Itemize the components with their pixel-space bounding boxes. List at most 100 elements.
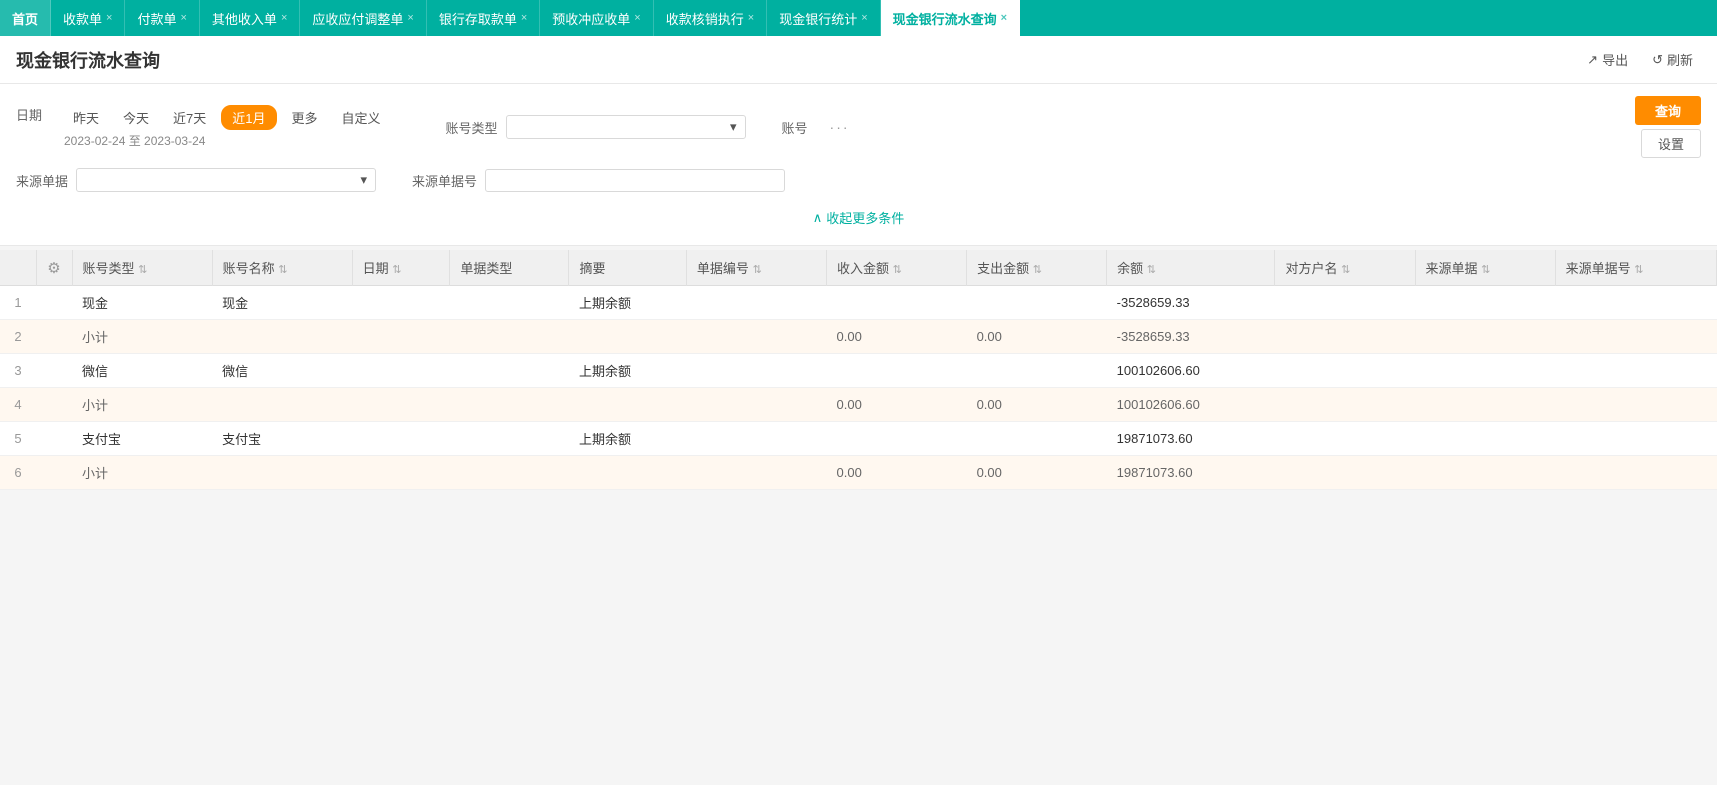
source-doc-no-label: 来源单据号 <box>412 171 477 190</box>
sort-icon: ⇅ <box>1147 264 1156 276</box>
nav-tab-receipt[interactable]: 收款单 × <box>51 0 125 36</box>
cell-account-name: 支付宝 <box>212 422 352 456</box>
col-balance[interactable]: 余额 ⇅ <box>1107 250 1275 286</box>
cell-balance: -3528659.33 <box>1107 320 1275 354</box>
settings-button[interactable]: 设置 <box>1641 129 1701 158</box>
table-row[interactable]: 5支付宝支付宝上期余额19871073.60 <box>0 422 1717 456</box>
table-row[interactable]: 2小计0.000.00-3528659.33 <box>0 320 1717 354</box>
cell-index: 5 <box>0 422 36 456</box>
nav-tab-receipt-verify[interactable]: 收款核销执行 × <box>654 0 767 36</box>
col-index <box>0 250 36 286</box>
export-button[interactable]: ↗ 导出 <box>1579 46 1636 73</box>
account-dots-btn[interactable]: ··· <box>830 119 850 135</box>
cell-date <box>352 456 450 490</box>
table-row[interactable]: 1现金现金上期余额-3528659.33 <box>0 286 1717 320</box>
cell-account-name: 微信 <box>212 354 352 388</box>
collapse-bar[interactable]: ∧ 收起更多条件 <box>16 202 1701 233</box>
col-balance-label: 余额 <box>1117 261 1143 276</box>
col-gear[interactable]: ⚙ <box>36 250 72 286</box>
cell-balance: 100102606.60 <box>1107 354 1275 388</box>
col-doc-no[interactable]: 单据编号 ⇅ <box>686 250 826 286</box>
col-income[interactable]: 收入金额 ⇅ <box>827 250 967 286</box>
cell-doc-no <box>686 456 826 490</box>
close-icon[interactable]: × <box>180 12 186 24</box>
date-btn-custom[interactable]: 自定义 <box>333 105 390 130</box>
cell-expense <box>967 422 1107 456</box>
cell-source-doc-no <box>1555 388 1716 422</box>
close-icon[interactable]: × <box>407 12 413 24</box>
nav-tab-payment[interactable]: 付款单 × <box>125 0 199 36</box>
col-source-doc-label: 来源单据 <box>1426 261 1478 276</box>
cell-doc-no <box>686 354 826 388</box>
cell-source-doc <box>1415 354 1555 388</box>
col-account-name[interactable]: 账号名称 ⇅ <box>212 250 352 286</box>
cell-doc-no <box>686 422 826 456</box>
cell-source-doc <box>1415 422 1555 456</box>
col-account-type[interactable]: 账号类型 ⇅ <box>72 250 212 286</box>
sort-icon: ⇅ <box>1481 264 1490 276</box>
cell-balance: -3528659.33 <box>1107 286 1275 320</box>
close-icon[interactable]: × <box>106 12 112 24</box>
col-income-label: 收入金额 <box>837 261 889 276</box>
cell-expense: 0.00 <box>967 320 1107 354</box>
col-expense[interactable]: 支出金额 ⇅ <box>967 250 1107 286</box>
query-button[interactable]: 查询 <box>1635 96 1701 125</box>
refresh-button[interactable]: ↺ 刷新 <box>1644 46 1701 73</box>
cell-gear <box>36 286 72 320</box>
nav-tab-bank-deposit[interactable]: 银行存取款单 × <box>427 0 540 36</box>
close-icon[interactable]: × <box>521 12 527 24</box>
cell-summary: 上期余额 <box>569 422 686 456</box>
col-date[interactable]: 日期 ⇅ <box>352 250 450 286</box>
cell-source-doc-no <box>1555 320 1716 354</box>
account-label: 账号 <box>782 118 822 137</box>
cell-expense <box>967 286 1107 320</box>
table-row[interactable]: 4小计0.000.00100102606.60 <box>0 388 1717 422</box>
cell-doc-no <box>686 388 826 422</box>
close-icon[interactable]: × <box>281 12 287 24</box>
close-icon[interactable]: × <box>861 12 867 24</box>
page-title: 现金银行流水查询 <box>16 47 160 73</box>
col-account-name-label: 账号名称 <box>223 261 275 276</box>
table-body: 1现金现金上期余额-3528659.332小计0.000.00-3528659.… <box>0 286 1717 490</box>
close-icon[interactable]: × <box>748 12 754 24</box>
table-row[interactable]: 6小计0.000.0019871073.60 <box>0 456 1717 490</box>
gear-icon[interactable]: ⚙ <box>47 260 60 277</box>
nav-tab-ar-ap-adjust[interactable]: 应收应付调整单 × <box>300 0 426 36</box>
cell-doc-type <box>450 388 569 422</box>
date-btn-7days[interactable]: 近7天 <box>164 105 215 130</box>
cell-source-doc <box>1415 320 1555 354</box>
date-btn-today[interactable]: 今天 <box>114 105 158 130</box>
cell-account-type: 微信 <box>72 354 212 388</box>
nav-tab-home[interactable]: 首页 <box>0 0 51 36</box>
cell-gear <box>36 456 72 490</box>
date-btn-more[interactable]: 更多 <box>283 105 327 130</box>
date-options: 昨天 今天 近7天 近1月 更多 自定义 <box>64 105 390 130</box>
nav-tab-cash-flow-query[interactable]: 现金银行流水查询 × <box>881 0 1020 36</box>
filter-area: 日期 昨天 今天 近7天 近1月 更多 自定义 2023-02-24 至 202… <box>0 84 1717 246</box>
cell-expense: 0.00 <box>967 456 1107 490</box>
cell-index: 1 <box>0 286 36 320</box>
table-row[interactable]: 3微信微信上期余额100102606.60 <box>0 354 1717 388</box>
close-icon[interactable]: × <box>1001 12 1007 24</box>
date-btn-yesterday[interactable]: 昨天 <box>64 105 108 130</box>
chevron-down-icon: ▾ <box>730 119 737 135</box>
account-type-select[interactable]: ▾ <box>506 115 746 139</box>
col-source-doc[interactable]: 来源单据 ⇅ <box>1415 250 1555 286</box>
source-doc-select[interactable]: ▾ <box>76 168 376 192</box>
col-expense-label: 支出金额 <box>977 261 1029 276</box>
date-btn-1month[interactable]: 近1月 <box>221 105 276 130</box>
nav-tab-prepay-offset[interactable]: 预收冲应收单 × <box>540 0 653 36</box>
cell-summary: 上期余额 <box>569 286 686 320</box>
close-icon[interactable]: × <box>634 12 640 24</box>
cell-income: 0.00 <box>827 388 967 422</box>
col-counterpart[interactable]: 对方户名 ⇅ <box>1275 250 1415 286</box>
col-source-doc-no[interactable]: 来源单据号 ⇅ <box>1555 250 1716 286</box>
cell-account-type: 支付宝 <box>72 422 212 456</box>
cell-counterpart <box>1275 422 1415 456</box>
cell-gear <box>36 320 72 354</box>
source-doc-no-input[interactable] <box>485 169 785 192</box>
nav-tab-cash-bank-stat[interactable]: 现金银行统计 × <box>767 0 880 36</box>
cell-date <box>352 388 450 422</box>
cell-summary <box>569 456 686 490</box>
nav-tab-other-income[interactable]: 其他收入单 × <box>200 0 300 36</box>
